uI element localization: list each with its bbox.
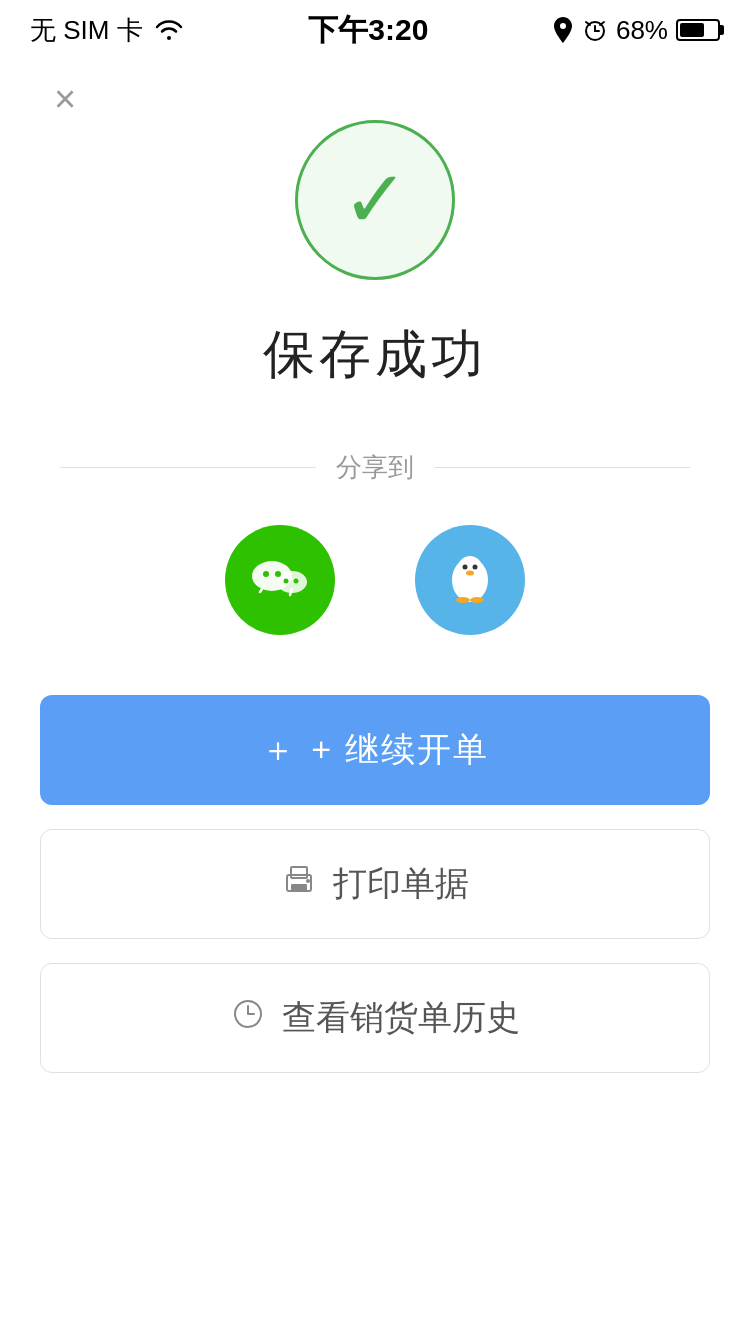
print-label: 打印单据: [333, 861, 469, 907]
status-right: 68%: [552, 15, 720, 46]
history-label: 查看销货单历史: [282, 995, 520, 1041]
status-left: 无 SIM 卡: [30, 13, 185, 48]
qq-icon: [436, 546, 504, 614]
success-title: 保存成功: [263, 320, 487, 390]
continue-label: + 继续开单: [311, 727, 488, 773]
alarm-icon: [582, 17, 608, 43]
share-section: 分享到: [0, 450, 750, 635]
svg-point-14: [456, 597, 470, 603]
print-button[interactable]: 打印单据: [40, 829, 710, 939]
svg-point-12: [473, 565, 478, 570]
history-button[interactable]: 查看销货单历史: [40, 963, 710, 1073]
share-label: 分享到: [336, 450, 414, 485]
wechat-icon: [246, 546, 314, 614]
svg-point-7: [284, 579, 289, 584]
svg-point-5: [263, 571, 269, 577]
history-icon: [230, 996, 266, 1040]
close-icon: ×: [54, 80, 76, 118]
svg-rect-17: [291, 867, 307, 878]
svg-point-15: [470, 597, 484, 603]
no-sim-text: 无 SIM 卡: [30, 13, 143, 48]
wechat-share-button[interactable]: [225, 525, 335, 635]
divider-left: [60, 467, 316, 468]
svg-point-19: [306, 879, 310, 883]
action-buttons: ＋ + 继续开单 打印单据 查看销货单历史: [0, 695, 750, 1073]
plus-icon: ＋: [261, 727, 295, 773]
share-divider: 分享到: [0, 450, 750, 485]
battery-icon: [676, 19, 720, 41]
status-time: 下午3:20: [308, 10, 428, 51]
qq-share-button[interactable]: [415, 525, 525, 635]
location-icon: [552, 16, 574, 44]
svg-point-6: [275, 571, 281, 577]
svg-point-13: [466, 571, 474, 576]
wifi-icon: [153, 18, 185, 42]
success-icon-circle: ✓: [295, 120, 455, 280]
share-icons-row: [225, 525, 525, 635]
divider-right: [434, 467, 690, 468]
checkmark-icon: ✓: [342, 160, 409, 240]
status-bar: 无 SIM 卡 下午3:20 68%: [0, 0, 750, 60]
main-content: ✓ 保存成功 分享到: [0, 60, 750, 1073]
print-icon: [281, 862, 317, 906]
svg-point-11: [463, 565, 468, 570]
svg-point-8: [294, 579, 299, 584]
svg-point-10: [458, 556, 482, 580]
svg-rect-18: [291, 884, 307, 892]
close-button[interactable]: ×: [40, 74, 90, 124]
continue-button[interactable]: ＋ + 继续开单: [40, 695, 710, 805]
battery-percent: 68%: [616, 15, 668, 46]
